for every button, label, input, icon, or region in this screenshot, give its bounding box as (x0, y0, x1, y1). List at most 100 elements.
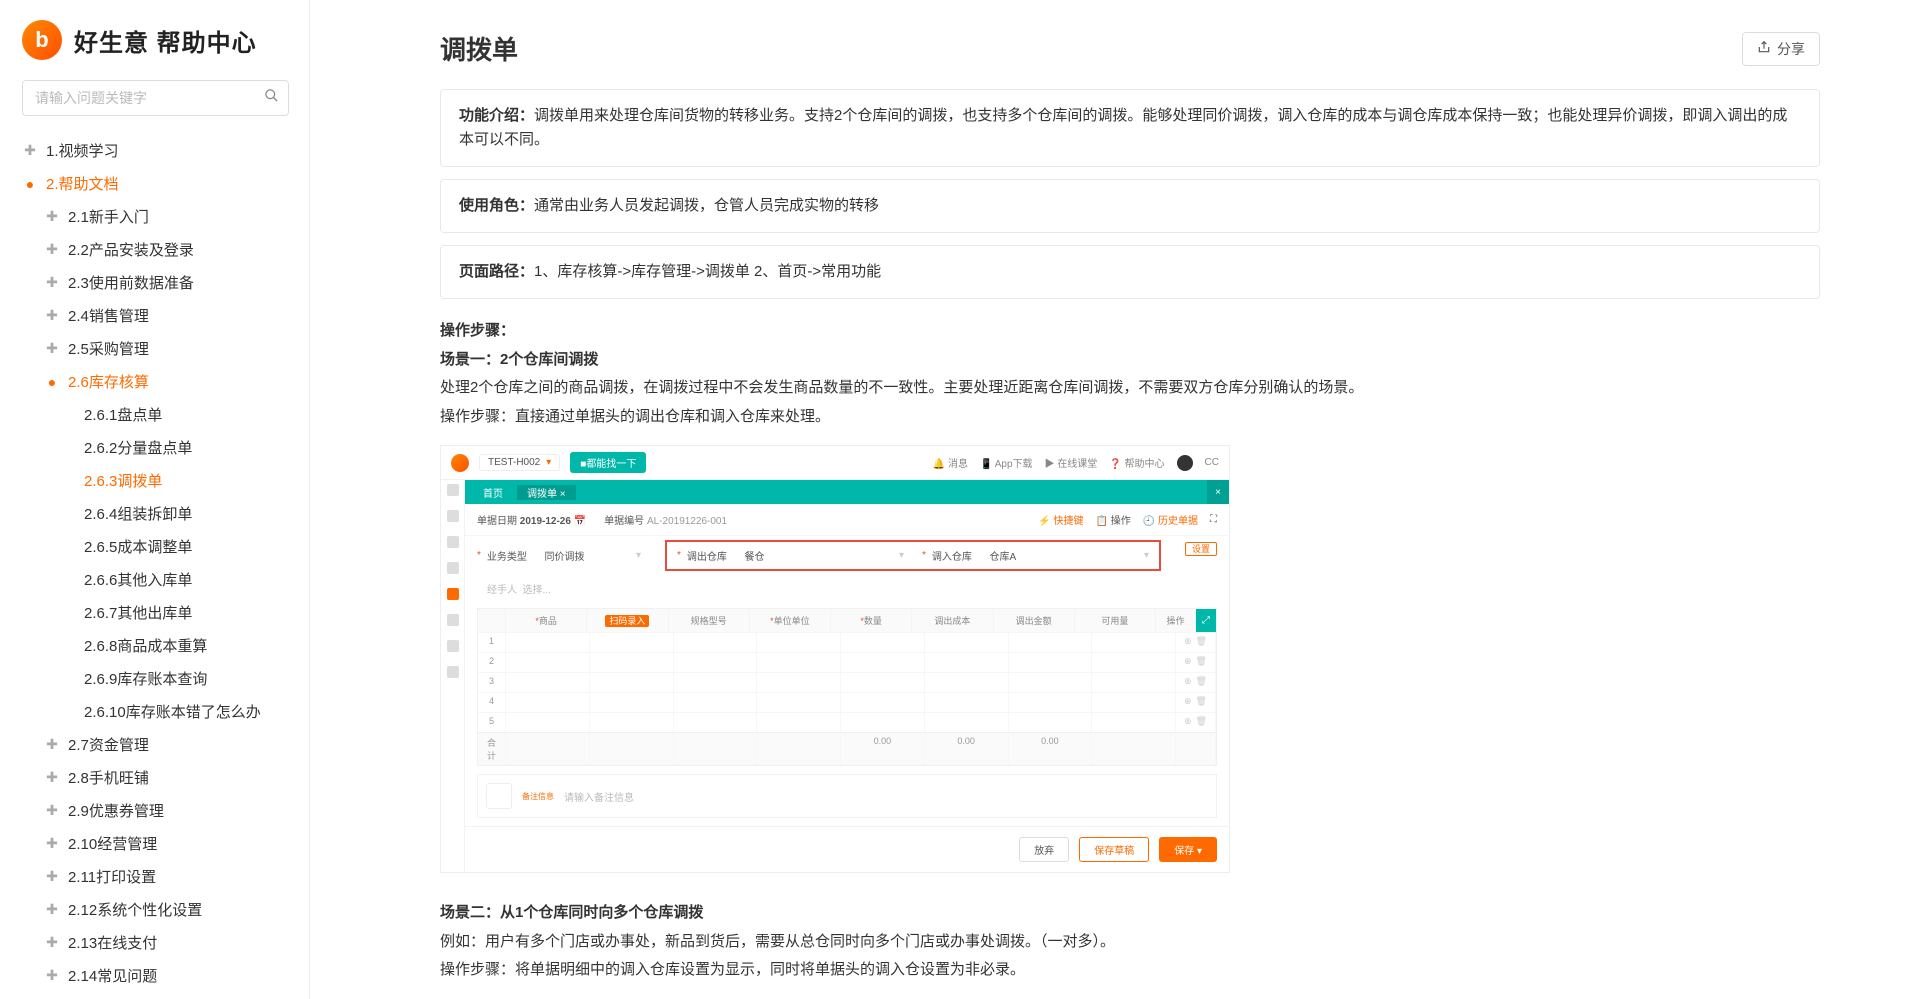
screenshot-1: TEST-H002▾ ■都能找一下 🔔 消息 📱 App下载 ▶ 在线课堂 ❓ … (440, 445, 1230, 873)
nav-2-2[interactable]: ✚2.2产品安装及登录 (22, 233, 289, 266)
nav-2-5[interactable]: ✚2.5采购管理 (22, 332, 289, 365)
nav-2-15[interactable]: ✚2.15操作案例 (22, 992, 289, 999)
sidebar: b 好生意 帮助中心 ✚1.视频学习 ●2.帮助文档 ✚2.1新手入门 ✚2.2… (0, 0, 310, 999)
nav-2-6-6[interactable]: 2.6.6其他入库单 (22, 563, 289, 596)
nav-2-6-5[interactable]: 2.6.5成本调整单 (22, 530, 289, 563)
highlight-box: *调出仓库 餐仓▾ *调入仓库 仓库A▾ (665, 540, 1161, 571)
detail-table: *商品 扫码录入 规格型号 *单位单位 *数量 调出成本 调出金额 可用量 操作 (477, 608, 1217, 766)
nav-2-6-4[interactable]: 2.6.4组装拆卸单 (22, 497, 289, 530)
nav-2-12[interactable]: ✚2.12系统个性化设置 (22, 893, 289, 926)
search-box (22, 80, 289, 116)
ops-link: 📋 操作 (1096, 512, 1131, 527)
nav-2-6-10[interactable]: 2.6.10库存账本错了怎么办 (22, 695, 289, 728)
scenario-2-desc: 例如：用户有多个门店或办事处，新品到货后，需要从总仓同时向多个门店或办事处调拨。… (440, 928, 1820, 957)
nav-2-9[interactable]: ✚2.9优惠券管理 (22, 794, 289, 827)
search-input[interactable] (22, 80, 289, 116)
chevron-down-icon: ▾ (636, 550, 641, 561)
role-box: 使用角色：通常由业务人员发起调拨，仓管人员完成实物的转移 (440, 179, 1820, 233)
nav-2-1[interactable]: ✚2.1新手入门 (22, 200, 289, 233)
tab-home: 首页 (473, 485, 513, 500)
user-name: CC (1205, 457, 1219, 468)
minus-icon: ● (44, 374, 60, 390)
global-search-btn: ■都能找一下 (570, 452, 646, 473)
plus-icon: ✚ (44, 968, 60, 984)
video-link: ▶ 在线课堂 (1045, 455, 1098, 470)
quick-link: ⚡ 快捷键 (1038, 512, 1083, 527)
history-link: 🕘 历史单据 (1143, 512, 1198, 527)
msg-link: 🔔 消息 (933, 455, 968, 470)
nav-2-6-3[interactable]: 2.6.3调拨单 (22, 464, 289, 497)
plus-icon: ✚ (44, 803, 60, 819)
main-content: 调拨单 分享 功能介绍：调拨单用来处理仓库间货物的转移业务。支持2个仓库间的调拨… (310, 0, 1920, 999)
brand: b 好生意 帮助中心 (22, 20, 289, 60)
plus-icon: ✚ (44, 242, 60, 258)
nav-2-11[interactable]: ✚2.11打印设置 (22, 860, 289, 893)
page-title: 调拨单 (440, 30, 518, 67)
intro-box: 功能介绍：调拨单用来处理仓库间货物的转移业务。支持2个仓库间的调拨，也支持多个仓… (440, 89, 1820, 167)
scenario-1-title: 场景一：2个仓库间调拨 (440, 351, 598, 368)
nav-2-4[interactable]: ✚2.4销售管理 (22, 299, 289, 332)
tab-bar: 首页 调拨单 × × (465, 480, 1229, 504)
scenario-1-steps: 操作步骤：直接通过单据头的调出仓库和调入仓库来处理。 (440, 403, 1820, 432)
minus-icon: ● (22, 176, 38, 192)
steps-label: 操作步骤： (440, 322, 515, 339)
plus-icon: ✚ (44, 935, 60, 951)
share-icon (1757, 40, 1771, 57)
plus-icon: ✚ (44, 308, 60, 324)
rail-icon (447, 536, 459, 548)
logo-icon: b (22, 20, 62, 60)
nav-2-6-7[interactable]: 2.6.7其他出库单 (22, 596, 289, 629)
nav-2-8[interactable]: ✚2.8手机旺铺 (22, 761, 289, 794)
nav-2-6-2[interactable]: 2.6.2分量盘点单 (22, 431, 289, 464)
nav-help-docs[interactable]: ●2.帮助文档 (22, 167, 289, 200)
plus-icon: ✚ (44, 341, 60, 357)
avatar-icon (1177, 455, 1193, 471)
tab-document: 调拨单 × (517, 485, 576, 500)
plus-icon: ✚ (22, 143, 38, 159)
rail-icon-active (447, 588, 459, 600)
nav-2-6-9[interactable]: 2.6.9库存账本查询 (22, 662, 289, 695)
nav-2-3[interactable]: ✚2.3使用前数据准备 (22, 266, 289, 299)
attachment-icon (486, 783, 512, 809)
nav-2-6-1[interactable]: 2.6.1盘点单 (22, 398, 289, 431)
scenario-2-title: 场景二：从1个仓库同时向多个仓库调拨 (440, 904, 703, 921)
plus-icon: ✚ (44, 737, 60, 753)
brand-text: 好生意 帮助中心 (74, 23, 257, 58)
nav-2-6[interactable]: ●2.6库存核算 (22, 365, 289, 398)
plus-icon: ✚ (44, 836, 60, 852)
nav-2-10[interactable]: ✚2.10经营管理 (22, 827, 289, 860)
nav-2-7[interactable]: ✚2.7资金管理 (22, 728, 289, 761)
nav-2-13[interactable]: ✚2.13在线支付 (22, 926, 289, 959)
discard-btn: 放弃 (1019, 837, 1069, 862)
rail-icon (447, 640, 459, 652)
rail-icon (447, 614, 459, 626)
rail-icon (447, 666, 459, 678)
plus-icon: ✚ (44, 275, 60, 291)
mini-logo-icon (451, 454, 469, 472)
close-icon: × (1207, 480, 1229, 504)
org-selector: TEST-H002▾ (479, 454, 560, 471)
share-button[interactable]: 分享 (1742, 32, 1820, 66)
nav-tree: ✚1.视频学习 ●2.帮助文档 ✚2.1新手入门 ✚2.2产品安装及登录 ✚2.… (22, 134, 289, 999)
rail-icon (447, 562, 459, 574)
app-link: 📱 App下载 (980, 455, 1032, 470)
required-icon: * (477, 550, 481, 561)
rail-icon (447, 484, 459, 496)
nav-2-14[interactable]: ✚2.14常见问题 (22, 959, 289, 992)
search-icon[interactable] (264, 88, 279, 108)
nav-video-learning[interactable]: ✚1.视频学习 (22, 134, 289, 167)
save-btn: 保存 ▾ (1159, 837, 1217, 862)
plus-icon: ✚ (44, 209, 60, 225)
remark-box: 备注信息 请输入备注信息 (477, 774, 1217, 818)
nav-2-6-8[interactable]: 2.6.8商品成本重算 (22, 629, 289, 662)
chevron-down-icon: ▾ (546, 457, 551, 468)
help-link: ❓ 帮助中心 (1109, 455, 1164, 470)
setting-btn: 设置 (1185, 542, 1217, 556)
expand-icon: ⛶ (1210, 514, 1217, 525)
left-rail (441, 480, 465, 872)
expand-icon: ⤢ (1196, 609, 1216, 632)
rail-icon (447, 510, 459, 522)
plus-icon: ✚ (44, 902, 60, 918)
plus-icon: ✚ (44, 869, 60, 885)
scenario-2-steps: 操作步骤：将单据明细中的调入仓库设置为显示，同时将单据头的调入仓设置为非必录。 (440, 956, 1820, 985)
